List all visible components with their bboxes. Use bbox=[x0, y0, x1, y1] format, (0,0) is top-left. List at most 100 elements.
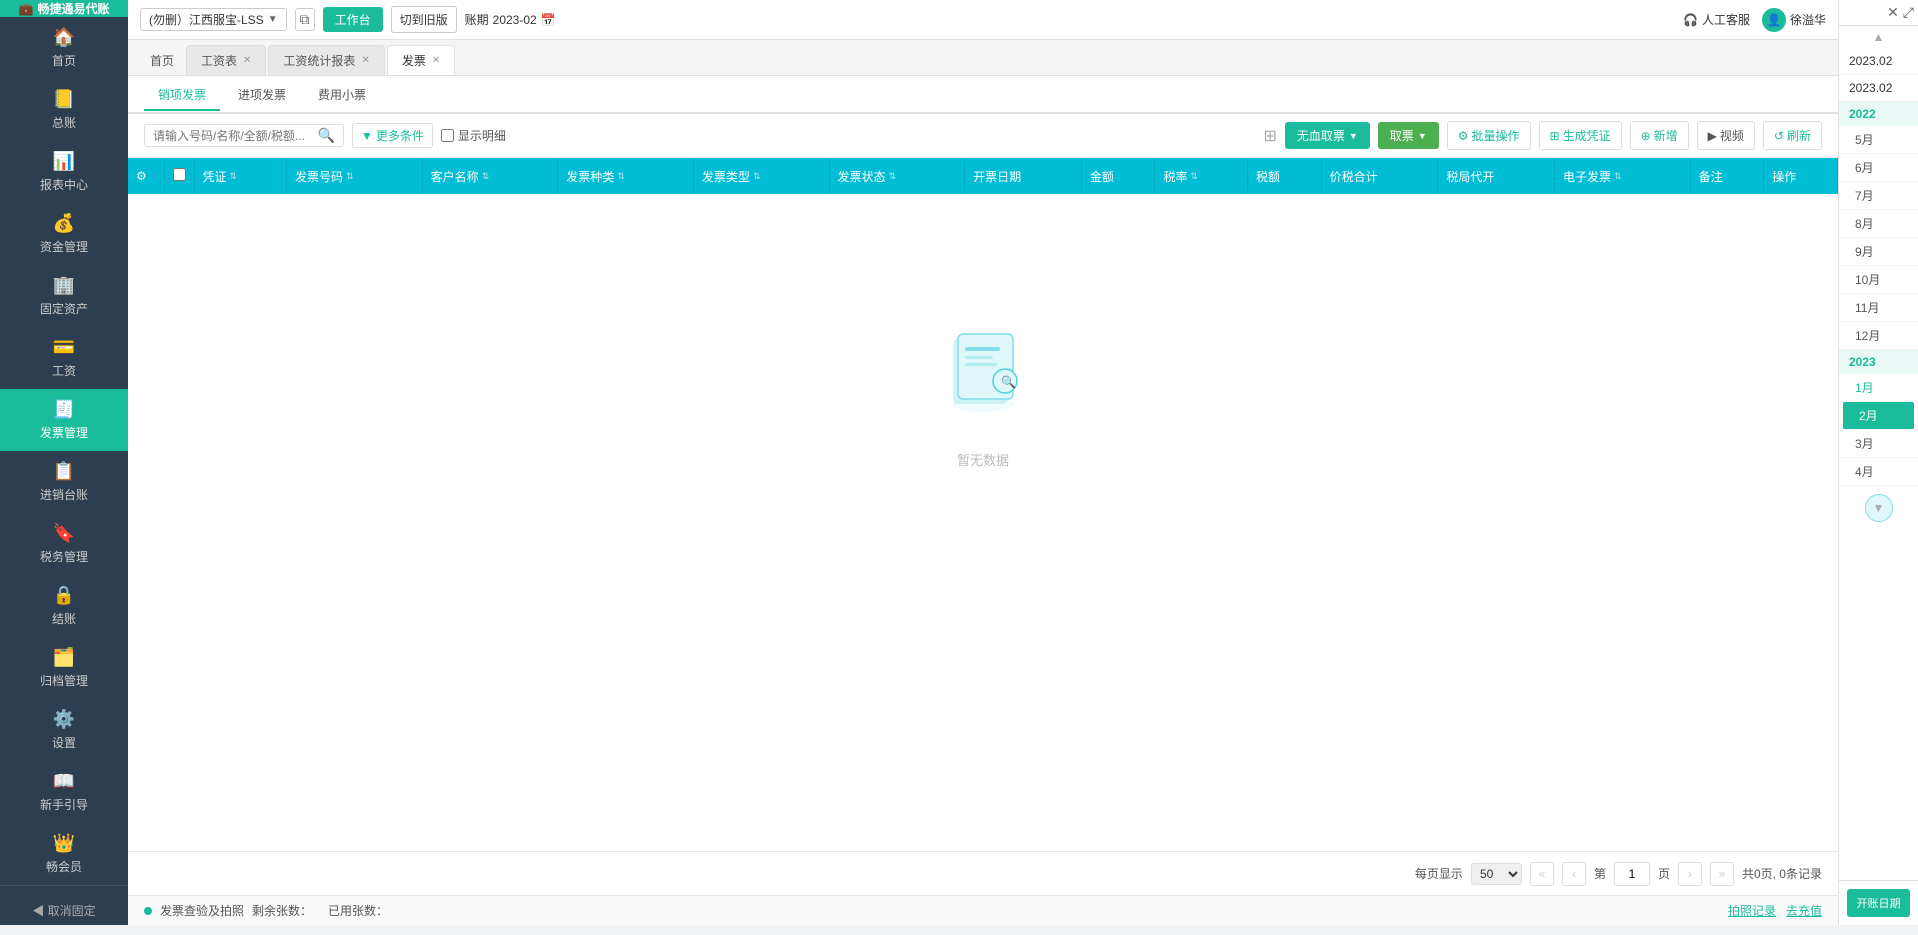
sidebar-item-label: 新手引导 bbox=[40, 796, 88, 813]
period-month-2022-8[interactable]: 8月 bbox=[1839, 210, 1918, 238]
sidebar-item-archive[interactable]: 🗂️ 归档管理 bbox=[0, 637, 128, 699]
invoice-button[interactable]: 取票 ▼ bbox=[1378, 122, 1439, 149]
period-panel-expand-button[interactable]: ⤢ bbox=[1903, 4, 1914, 21]
show-detail-checkbox[interactable]: 显示明细 bbox=[441, 127, 506, 144]
col-tax-amount: 税额 bbox=[1248, 158, 1322, 194]
invoice-no-sort-icon[interactable]: ⇅ bbox=[346, 171, 354, 182]
period-month-2023-2[interactable]: 2月 bbox=[1843, 402, 1914, 430]
sidebar-item-reports[interactable]: 📊 报表中心 bbox=[0, 141, 128, 203]
period-month-2023-4[interactable]: 4月 bbox=[1839, 458, 1918, 486]
tab-home[interactable]: 首页 bbox=[140, 46, 184, 75]
sidebar-item-payroll[interactable]: 💳 工资 bbox=[0, 327, 128, 389]
tab-payroll-table-close[interactable]: ✕ bbox=[243, 55, 251, 66]
new-icon: ⊕ bbox=[1641, 129, 1651, 143]
sidebar-item-ledger[interactable]: 📒 总账 bbox=[0, 79, 128, 141]
tab-payroll-table[interactable]: 工资表 ✕ bbox=[186, 45, 266, 75]
tab-payroll-stats-close[interactable]: ✕ bbox=[361, 55, 369, 66]
period-up-button[interactable]: ▲ bbox=[1839, 26, 1918, 48]
tab-payroll-table-label: 工资表 bbox=[201, 52, 237, 69]
tab-payroll-stats[interactable]: 工资统计报表 ✕ bbox=[268, 45, 384, 75]
period-month-2022-5[interactable]: 5月 bbox=[1839, 126, 1918, 154]
period-month-2022-6[interactable]: 6月 bbox=[1839, 154, 1918, 182]
sidebar-item-assets[interactable]: 🏢 固定资产 bbox=[0, 265, 128, 327]
period-circle-button[interactable]: ▼ bbox=[1865, 494, 1893, 522]
period-month-2022-12[interactable]: 12月 bbox=[1839, 322, 1918, 350]
company-selector[interactable]: (勿删）江西服宝-LSS ▼ bbox=[140, 8, 287, 31]
period-month-2022-9[interactable]: 9月 bbox=[1839, 238, 1918, 266]
period-down-button[interactable]: ▼ bbox=[1839, 486, 1918, 530]
settings-icon[interactable]: ⚙ bbox=[136, 169, 147, 183]
col-remark: 备注 bbox=[1690, 158, 1764, 194]
new-button[interactable]: ⊕ 新增 bbox=[1630, 121, 1689, 150]
period-panel-header: ✕ ⤢ bbox=[1839, 0, 1918, 26]
sidebar-item-close[interactable]: 🔒 结账 bbox=[0, 575, 128, 637]
refresh-button[interactable]: ↺ 刷新 bbox=[1763, 121, 1822, 150]
period-month-2022-10[interactable]: 10月 bbox=[1839, 266, 1918, 294]
next-page-button[interactable]: › bbox=[1678, 862, 1702, 886]
gen-voucher-button[interactable]: ⊞ 生成凭证 bbox=[1539, 121, 1622, 150]
page-size-select[interactable]: 10 20 50 100 bbox=[1471, 863, 1522, 885]
period-panel-close-button[interactable]: ✕ bbox=[1887, 4, 1899, 21]
tax-rate-sort-icon[interactable]: ⇅ bbox=[1190, 171, 1198, 182]
app-logo: 💼 畅捷通易代账 bbox=[0, 0, 128, 17]
toolbar: 🔍 ▼ 更多条件 显示明细 ⊞ 无血取票 ▼ 取票 ▼ bbox=[128, 114, 1838, 158]
customer-sort-icon[interactable]: ⇅ bbox=[482, 171, 490, 182]
invoice-status-sort-icon[interactable]: ⇅ bbox=[889, 171, 897, 182]
invoice-category-sort-icon[interactable]: ⇅ bbox=[753, 171, 761, 182]
batch-ops-icon: ⚙ bbox=[1458, 129, 1469, 143]
tab-invoices-close[interactable]: ✕ bbox=[432, 55, 440, 66]
sidebar-item-invoices[interactable]: 🧾 发票管理 bbox=[0, 389, 128, 451]
period-month-2023-1[interactable]: 1月 bbox=[1839, 374, 1918, 402]
period-month-2023-3[interactable]: 3月 bbox=[1839, 430, 1918, 458]
col-tax-total: 价税合计 bbox=[1321, 158, 1438, 194]
tab-invoices[interactable]: 发票 ✕ bbox=[387, 45, 455, 75]
e-invoice-sort-icon[interactable]: ⇅ bbox=[1614, 171, 1622, 182]
search-icon[interactable]: 🔍 bbox=[318, 127, 335, 144]
period-item-2023-02-1[interactable]: 2023.02 bbox=[1839, 48, 1918, 75]
grid-icon[interactable]: ⊞ bbox=[1263, 126, 1276, 146]
subtab-expense-invoice[interactable]: 费用小票 bbox=[304, 80, 380, 111]
copy-icon[interactable]: ⧉ bbox=[295, 8, 315, 31]
recharge-link[interactable]: 去充值 bbox=[1786, 904, 1822, 918]
subtabs-bar: 销项发票 进项发票 费用小票 bbox=[128, 76, 1838, 114]
voucher-sort-icon[interactable]: ⇅ bbox=[230, 171, 238, 182]
sidebar-pin-button[interactable]: ◀ 取消固定 bbox=[0, 894, 128, 927]
open-period-button[interactable]: 开账日期 bbox=[1847, 889, 1910, 917]
support-button[interactable]: 🎧 人工客服 bbox=[1683, 11, 1750, 28]
period-month-2022-11[interactable]: 11月 bbox=[1839, 294, 1918, 322]
no-invoice-button[interactable]: 无血取票 ▼ bbox=[1285, 122, 1370, 149]
sidebar-item-sales[interactable]: 📋 进销台账 bbox=[0, 451, 128, 513]
sidebar-item-member[interactable]: 👑 畅会员 bbox=[0, 823, 128, 885]
workspace-button[interactable]: 工作台 bbox=[323, 7, 383, 32]
video-button[interactable]: ▶ 视频 bbox=[1697, 121, 1755, 150]
sidebar-item-home[interactable]: 🏠 首页 bbox=[0, 17, 128, 79]
sidebar-item-guide[interactable]: 📖 新手引导 bbox=[0, 761, 128, 823]
page-input[interactable] bbox=[1614, 862, 1650, 886]
invoice-type-sort-icon[interactable]: ⇅ bbox=[617, 171, 625, 182]
payroll-icon: 💳 bbox=[53, 337, 75, 358]
subtab-sales-invoice[interactable]: 销项发票 bbox=[144, 80, 220, 111]
user-profile[interactable]: 👤 徐溢华 bbox=[1762, 8, 1826, 32]
sidebar-item-settings[interactable]: ⚙️ 设置 bbox=[0, 699, 128, 761]
filter-icon: ▼ bbox=[361, 129, 373, 143]
headset-icon: 🎧 bbox=[1683, 13, 1698, 27]
invoice-record-link[interactable]: 拍照记录 bbox=[1728, 904, 1776, 918]
period-item-2023-02-2[interactable]: 2023.02 bbox=[1839, 75, 1918, 102]
year-2023-label: 2023 bbox=[1839, 350, 1918, 374]
first-page-button[interactable]: « bbox=[1530, 862, 1554, 886]
sidebar-item-funds[interactable]: 💰 资金管理 bbox=[0, 203, 128, 265]
select-all-checkbox[interactable] bbox=[173, 168, 186, 181]
support-label: 人工客服 bbox=[1702, 11, 1750, 28]
sidebar-item-tax[interactable]: 🔖 税务管理 bbox=[0, 513, 128, 575]
batch-ops-button[interactable]: ⚙ 批量操作 bbox=[1447, 121, 1531, 150]
last-page-button[interactable]: » bbox=[1710, 862, 1734, 886]
search-input[interactable] bbox=[153, 129, 314, 143]
sidebar-item-label: 进销台账 bbox=[40, 486, 88, 503]
filter-button[interactable]: ▼ 更多条件 bbox=[352, 123, 433, 148]
period-month-2022-7[interactable]: 7月 bbox=[1839, 182, 1918, 210]
detail-checkbox-input[interactable] bbox=[441, 129, 454, 142]
prev-page-button[interactable]: ‹ bbox=[1562, 862, 1586, 886]
subtab-purchase-invoice[interactable]: 进项发票 bbox=[224, 80, 300, 111]
col-open-date: 开票日期 bbox=[965, 158, 1082, 194]
oldver-button[interactable]: 切到旧版 bbox=[391, 6, 457, 33]
